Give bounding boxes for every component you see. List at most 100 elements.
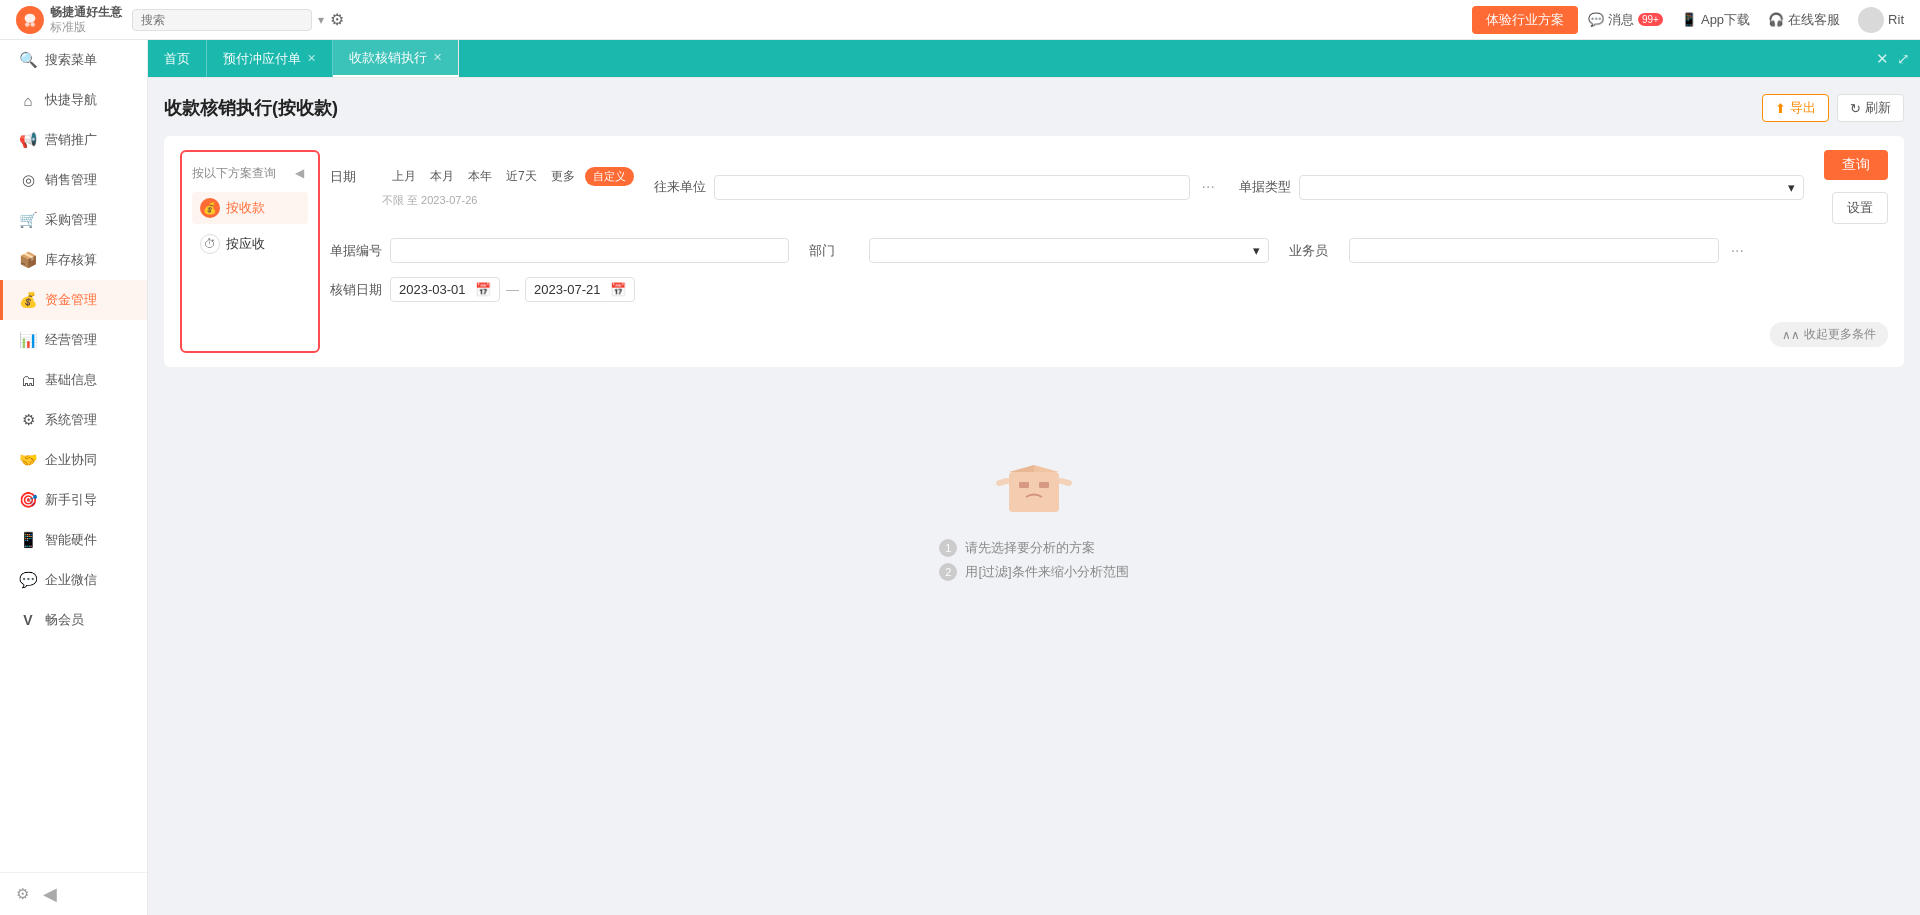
topbar-search-input[interactable] xyxy=(132,9,312,31)
setting-button[interactable]: 设置 xyxy=(1832,192,1888,224)
collapse-sidebar-icon[interactable]: ◀ xyxy=(43,883,57,905)
counterparty-dots-btn[interactable]: ··· xyxy=(1198,178,1219,196)
date-btn-more[interactable]: 更多 xyxy=(547,166,579,187)
bill-type-field: 单据类型 ▾ xyxy=(1239,175,1804,200)
user-avatar-item[interactable]: Rit xyxy=(1858,7,1904,33)
date-field: 日期 上月 本月 本年 近7天 更多 自定义 不限 至 2023-07-26 xyxy=(330,166,634,208)
sidebar-item-quick-nav[interactable]: ⌂ 快捷导航 xyxy=(0,80,147,120)
date-note: 不限 至 2023-07-26 xyxy=(382,193,477,208)
solution-button[interactable]: 体验行业方案 xyxy=(1472,6,1578,34)
sidebar-label-vip: 畅会员 xyxy=(45,611,84,629)
staff-input[interactable] xyxy=(1349,238,1719,263)
app-icon: 📱 xyxy=(1681,12,1697,27)
query-button[interactable]: 查询 xyxy=(1824,150,1888,180)
service-icon: 🎧 xyxy=(1768,12,1784,27)
date-custom-tag[interactable]: 自定义 xyxy=(585,167,634,186)
quick-nav-icon: ⌂ xyxy=(19,92,37,109)
staff-field: 业务员 ··· xyxy=(1289,238,1748,263)
date-btn-7days[interactable]: 近7天 xyxy=(502,166,541,187)
sidebar-item-hardware[interactable]: 📱 智能硬件 xyxy=(0,520,147,560)
svg-point-1 xyxy=(25,22,30,27)
start-calendar-icon: 📅 xyxy=(475,282,491,297)
message-item[interactable]: 💬 消息 99+ xyxy=(1588,11,1663,29)
tab-prepay[interactable]: 预付冲应付单 ✕ xyxy=(207,40,333,77)
writeoff-end-date[interactable]: 2023-07-21 📅 xyxy=(525,277,635,302)
sidebar-item-purchase[interactable]: 🛒 采购管理 xyxy=(0,200,147,240)
refresh-icon: ↻ xyxy=(1850,101,1861,116)
sidebar-item-cooperation[interactable]: 🤝 企业协同 xyxy=(0,440,147,480)
avatar xyxy=(1858,7,1884,33)
refresh-button[interactable]: ↻ 刷新 xyxy=(1837,94,1904,122)
sidebar-item-basic-info[interactable]: 🗂 基础信息 xyxy=(0,360,147,400)
tab-expand-icon[interactable]: ⤢ xyxy=(1897,50,1910,68)
empty-state: 1 请先选择要分析的方案 2 用[过滤]条件来缩小分析范围 xyxy=(164,367,1904,641)
export-label: 导出 xyxy=(1790,99,1816,117)
writeoff-date-label: 核销日期 xyxy=(330,281,382,299)
sidebar-label-basic-info: 基础信息 xyxy=(45,371,97,389)
filter-option-by-receivable[interactable]: ⏱ 按应收 xyxy=(192,228,308,260)
sales-icon: ◎ xyxy=(19,171,37,189)
topbar-chevron-icon[interactable]: ▾ xyxy=(318,13,324,27)
counterparty-input[interactable] xyxy=(714,175,1190,200)
topbar-right: 💬 消息 99+ 📱 App下载 🎧 在线客服 Rit xyxy=(1588,7,1904,33)
sidebar-item-search-menu[interactable]: 🔍 搜索菜单 xyxy=(0,40,147,80)
tab-home[interactable]: 首页 xyxy=(148,40,207,77)
user-name: Rit xyxy=(1888,12,1904,27)
tab-bar-actions: ✕ ⤢ xyxy=(1866,50,1920,68)
sidebar-label-hardware: 智能硬件 xyxy=(45,531,97,549)
tab-writeoff-close-icon[interactable]: ✕ xyxy=(433,51,442,64)
sidebar-item-inventory[interactable]: 📦 库存核算 xyxy=(0,240,147,280)
bill-type-select[interactable]: ▾ xyxy=(1299,175,1804,200)
empty-hint-2: 2 用[过滤]条件来缩小分析范围 xyxy=(939,563,1128,581)
online-service-item[interactable]: 🎧 在线客服 xyxy=(1768,11,1840,29)
tab-prepay-close-icon[interactable]: ✕ xyxy=(307,52,316,65)
empty-hint-2-text: 用[过滤]条件来缩小分析范围 xyxy=(965,563,1128,581)
date-btn-last-month[interactable]: 上月 xyxy=(388,166,420,187)
empty-icon xyxy=(984,427,1084,527)
writeoff-start-date[interactable]: 2023-03-01 📅 xyxy=(390,277,500,302)
export-icon: ⬆ xyxy=(1775,101,1786,116)
export-button[interactable]: ⬆ 导出 xyxy=(1762,94,1829,122)
sidebar-item-operations[interactable]: 📊 经营管理 xyxy=(0,320,147,360)
collapse-more-button[interactable]: ∧∧ 收起更多条件 xyxy=(1770,322,1888,347)
cooperation-icon: 🤝 xyxy=(19,451,37,469)
tab-home-label: 首页 xyxy=(164,50,190,68)
staff-label: 业务员 xyxy=(1289,242,1341,260)
topbar-gear-icon[interactable]: ⚙ xyxy=(330,10,344,29)
logo-icon xyxy=(16,6,44,34)
inventory-icon: 📦 xyxy=(19,251,37,269)
filter-option-by-receipt[interactable]: 💰 按收款 xyxy=(192,192,308,224)
department-select[interactable]: ▾ xyxy=(869,238,1268,263)
bill-type-label: 单据类型 xyxy=(1239,178,1291,196)
sidebar-label-quick-nav: 快捷导航 xyxy=(45,91,97,109)
basic-info-icon: 🗂 xyxy=(19,372,37,389)
sidebar: 🔍 搜索菜单 ⌂ 快捷导航 📢 营销推广 ◎ 销售管理 🛒 采购管理 📦 库存核… xyxy=(0,40,148,915)
operations-icon: 📊 xyxy=(19,331,37,349)
date-btn-this-month[interactable]: 本月 xyxy=(426,166,458,187)
app-download-item[interactable]: 📱 App下载 xyxy=(1681,11,1750,29)
sidebar-item-guide[interactable]: 🎯 新手引导 xyxy=(0,480,147,520)
sidebar-item-sales[interactable]: ◎ 销售管理 xyxy=(0,160,147,200)
sidebar-label-cooperation: 企业协同 xyxy=(45,451,97,469)
sidebar-item-vip[interactable]: V 畅会员 xyxy=(0,600,147,640)
date-btn-this-year[interactable]: 本年 xyxy=(464,166,496,187)
svg-rect-4 xyxy=(1019,482,1029,488)
sidebar-item-finance[interactable]: 💰 资金管理 xyxy=(0,280,147,320)
sidebar-label-operations: 经营管理 xyxy=(45,331,97,349)
tab-close-all-icon[interactable]: ✕ xyxy=(1876,50,1889,68)
settings-bottom-icon[interactable]: ⚙ xyxy=(16,885,29,903)
refresh-label: 刷新 xyxy=(1865,99,1891,117)
staff-dots-btn[interactable]: ··· xyxy=(1727,242,1748,260)
marketing-icon: 📢 xyxy=(19,131,37,149)
filter-collapse-arrow[interactable]: ◀ xyxy=(291,162,308,184)
purchase-icon: 🛒 xyxy=(19,211,37,229)
bill-number-input[interactable] xyxy=(390,238,789,263)
tab-writeoff[interactable]: 收款核销执行 ✕ xyxy=(333,40,459,77)
sidebar-item-wechat[interactable]: 💬 企业微信 xyxy=(0,560,147,600)
system-icon: ⚙ xyxy=(19,411,37,429)
svg-rect-7 xyxy=(1057,477,1072,486)
filter-left: 按以下方案查询 ◀ 💰 按收款 ⏱ 按应收 xyxy=(180,150,320,353)
sidebar-item-marketing[interactable]: 📢 营销推广 xyxy=(0,120,147,160)
sidebar-item-system[interactable]: ⚙ 系统管理 xyxy=(0,400,147,440)
department-label: 部门 xyxy=(809,242,861,260)
